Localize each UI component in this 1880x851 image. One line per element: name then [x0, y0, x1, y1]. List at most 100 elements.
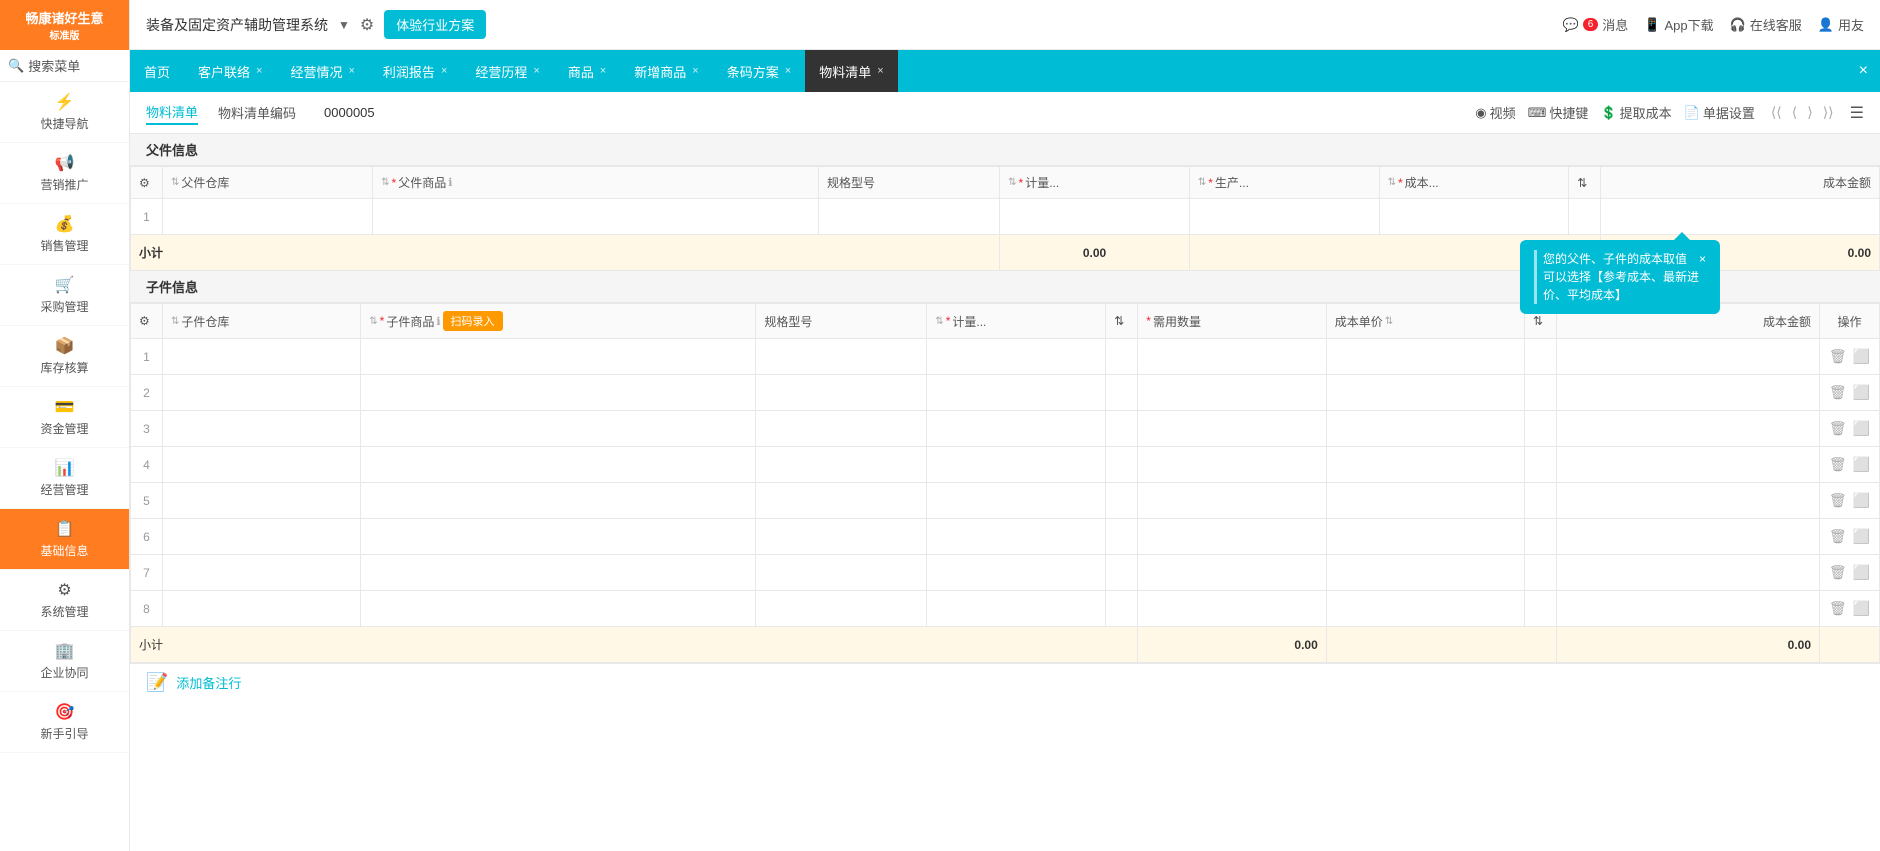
delete-icon[interactable]: 🗑 [1829, 600, 1847, 617]
tab-goods[interactable]: 商品 × [554, 50, 620, 92]
child-sort6[interactable]: ⇅ [1533, 314, 1543, 328]
copy-icon[interactable]: ⬜ [1853, 528, 1870, 545]
shortcut-action[interactable]: ⌨ 快捷键 [1528, 103, 1589, 122]
child-goods-cell[interactable] [361, 339, 756, 375]
child-unit-cell[interactable] [927, 411, 1106, 447]
child-unit-cell[interactable] [927, 519, 1106, 555]
copy-icon[interactable]: ⬜ [1853, 420, 1870, 437]
system-dropdown[interactable]: ▼ [338, 18, 350, 32]
add-note-icon[interactable]: 📝 [146, 672, 168, 693]
message-btn[interactable]: 💬 6 消息 [1563, 15, 1629, 34]
delete-icon[interactable]: 🗑 [1829, 348, 1847, 365]
child-unit-cell[interactable] [927, 375, 1106, 411]
sort-icon2[interactable]: ⇅ [381, 177, 389, 188]
copy-icon[interactable]: ⬜ [1853, 456, 1870, 473]
sort-icon6[interactable]: ⇅ [1577, 176, 1587, 190]
child-qty-cell[interactable] [1138, 447, 1326, 483]
child-warehouse-cell[interactable] [163, 339, 361, 375]
page-next[interactable]: ⟩ [1803, 102, 1816, 123]
child-qty-cell[interactable] [1138, 483, 1326, 519]
delete-icon[interactable]: 🗑 [1829, 528, 1847, 545]
sub-tab-bom-list[interactable]: 物料清单 [146, 100, 198, 125]
sort-icon4[interactable]: ⇅ [1198, 177, 1206, 188]
child-spec-cell[interactable] [756, 339, 927, 375]
trial-button[interactable]: 体验行业方案 [384, 10, 486, 39]
child-warehouse-cell[interactable] [163, 483, 361, 519]
parent-cost-cell[interactable] [1379, 199, 1569, 235]
sub-tab-bom-code[interactable]: 物料清单编码 [218, 101, 296, 124]
child-sort2[interactable]: ⇅ [369, 316, 377, 327]
sort-icon3[interactable]: ⇅ [1008, 177, 1016, 188]
view-action[interactable]: ◉ 视频 [1475, 103, 1515, 122]
delete-icon[interactable]: 🗑 [1829, 384, 1847, 401]
child-unit-cost-cell[interactable] [1326, 591, 1524, 627]
child-spec-cell[interactable] [756, 447, 927, 483]
child-spec-cell[interactable] [756, 519, 927, 555]
child-warehouse-cell[interactable] [163, 411, 361, 447]
child-goods-cell[interactable] [361, 483, 756, 519]
child-goods-cell[interactable] [361, 519, 756, 555]
child-qty-cell[interactable] [1138, 375, 1326, 411]
copy-icon[interactable]: ⬜ [1853, 600, 1870, 617]
delete-icon[interactable]: 🗑 [1829, 420, 1847, 437]
parent-unit-cell[interactable] [1000, 199, 1190, 235]
tab-profit-close[interactable]: × [441, 65, 447, 77]
child-sort4[interactable]: ⇅ [1114, 314, 1124, 328]
child-goods-cell[interactable] [361, 555, 756, 591]
child-sort1[interactable]: ⇅ [171, 316, 179, 327]
close-all-btn[interactable]: × [1847, 50, 1880, 92]
tooltip-close-btn[interactable]: × [1699, 250, 1706, 268]
child-qty-cell[interactable] [1138, 411, 1326, 447]
tab-bom[interactable]: 物料清单 × [805, 50, 897, 92]
page-prev[interactable]: ⟨ [1788, 102, 1801, 123]
child-unit-cost-cell[interactable] [1326, 375, 1524, 411]
single-settings-action[interactable]: 📄 单据设置 [1684, 103, 1755, 122]
extract-cost-action[interactable]: 💲 提取成本 [1600, 103, 1671, 122]
child-goods-cell[interactable] [361, 591, 756, 627]
child-unit-cost-cell[interactable] [1326, 483, 1524, 519]
add-note-label[interactable]: 添加备注行 [176, 673, 241, 692]
tab-bom-close[interactable]: × [877, 65, 883, 77]
child-unit-cell[interactable] [927, 447, 1106, 483]
tab-customer-close[interactable]: × [256, 65, 262, 77]
tab-new-goods-close[interactable]: × [692, 65, 698, 77]
child-spec-cell[interactable] [756, 591, 927, 627]
copy-icon[interactable]: ⬜ [1853, 492, 1870, 509]
sidebar-item-finance[interactable]: 💳 资金管理 [0, 387, 129, 448]
search-menu[interactable]: 🔍 搜索菜单 [0, 50, 129, 82]
sidebar-item-enterprise[interactable]: 🏢 企业协同 [0, 631, 129, 692]
tab-barcode-close[interactable]: × [785, 65, 791, 77]
delete-icon[interactable]: 🗑 [1829, 456, 1847, 473]
child-warehouse-cell[interactable] [163, 591, 361, 627]
parent-warehouse-cell[interactable] [163, 199, 373, 235]
tab-operations-close[interactable]: × [348, 65, 354, 77]
menu-icon[interactable]: ☰ [1850, 103, 1864, 123]
sort-icon5[interactable]: ⇅ [1388, 177, 1396, 188]
child-unit-cost-cell[interactable] [1326, 519, 1524, 555]
tab-operations[interactable]: 经营情况 × [276, 50, 368, 92]
sidebar-item-purchase[interactable]: 🛒 采购管理 [0, 265, 129, 326]
sidebar-item-system[interactable]: ⚙ 系统管理 [0, 570, 129, 631]
parent-spec-cell[interactable] [818, 199, 999, 235]
settings-icon[interactable]: ⚙ [360, 15, 374, 35]
sidebar-item-marketing[interactable]: 📢 营销推广 [0, 143, 129, 204]
child-unit-cost-cell[interactable] [1326, 555, 1524, 591]
sidebar-item-operations[interactable]: 📊 经营管理 [0, 448, 129, 509]
tab-customer[interactable]: 客户联络 × [184, 50, 276, 92]
delete-icon[interactable]: 🗑 [1829, 492, 1847, 509]
app-download-btn[interactable]: 📱 App下载 [1644, 15, 1713, 34]
user-avatar[interactable]: 👤 用友 [1818, 15, 1864, 34]
sidebar-item-sales[interactable]: 💰 销售管理 [0, 204, 129, 265]
parent-production-cell[interactable] [1189, 199, 1379, 235]
child-warehouse-cell[interactable] [163, 555, 361, 591]
child-unit-cell[interactable] [927, 339, 1106, 375]
child-unit-cell[interactable] [927, 483, 1106, 519]
child-unit-cost-cell[interactable] [1326, 411, 1524, 447]
tab-goods-close[interactable]: × [600, 65, 606, 77]
copy-icon[interactable]: ⬜ [1853, 348, 1870, 365]
tab-profit[interactable]: 利润报告 × [369, 50, 461, 92]
child-th-settings[interactable]: ⚙ [131, 304, 163, 339]
sort-icon[interactable]: ⇅ [171, 177, 179, 188]
tab-new-goods[interactable]: 新增商品 × [620, 50, 712, 92]
child-unit-cell[interactable] [927, 555, 1106, 591]
